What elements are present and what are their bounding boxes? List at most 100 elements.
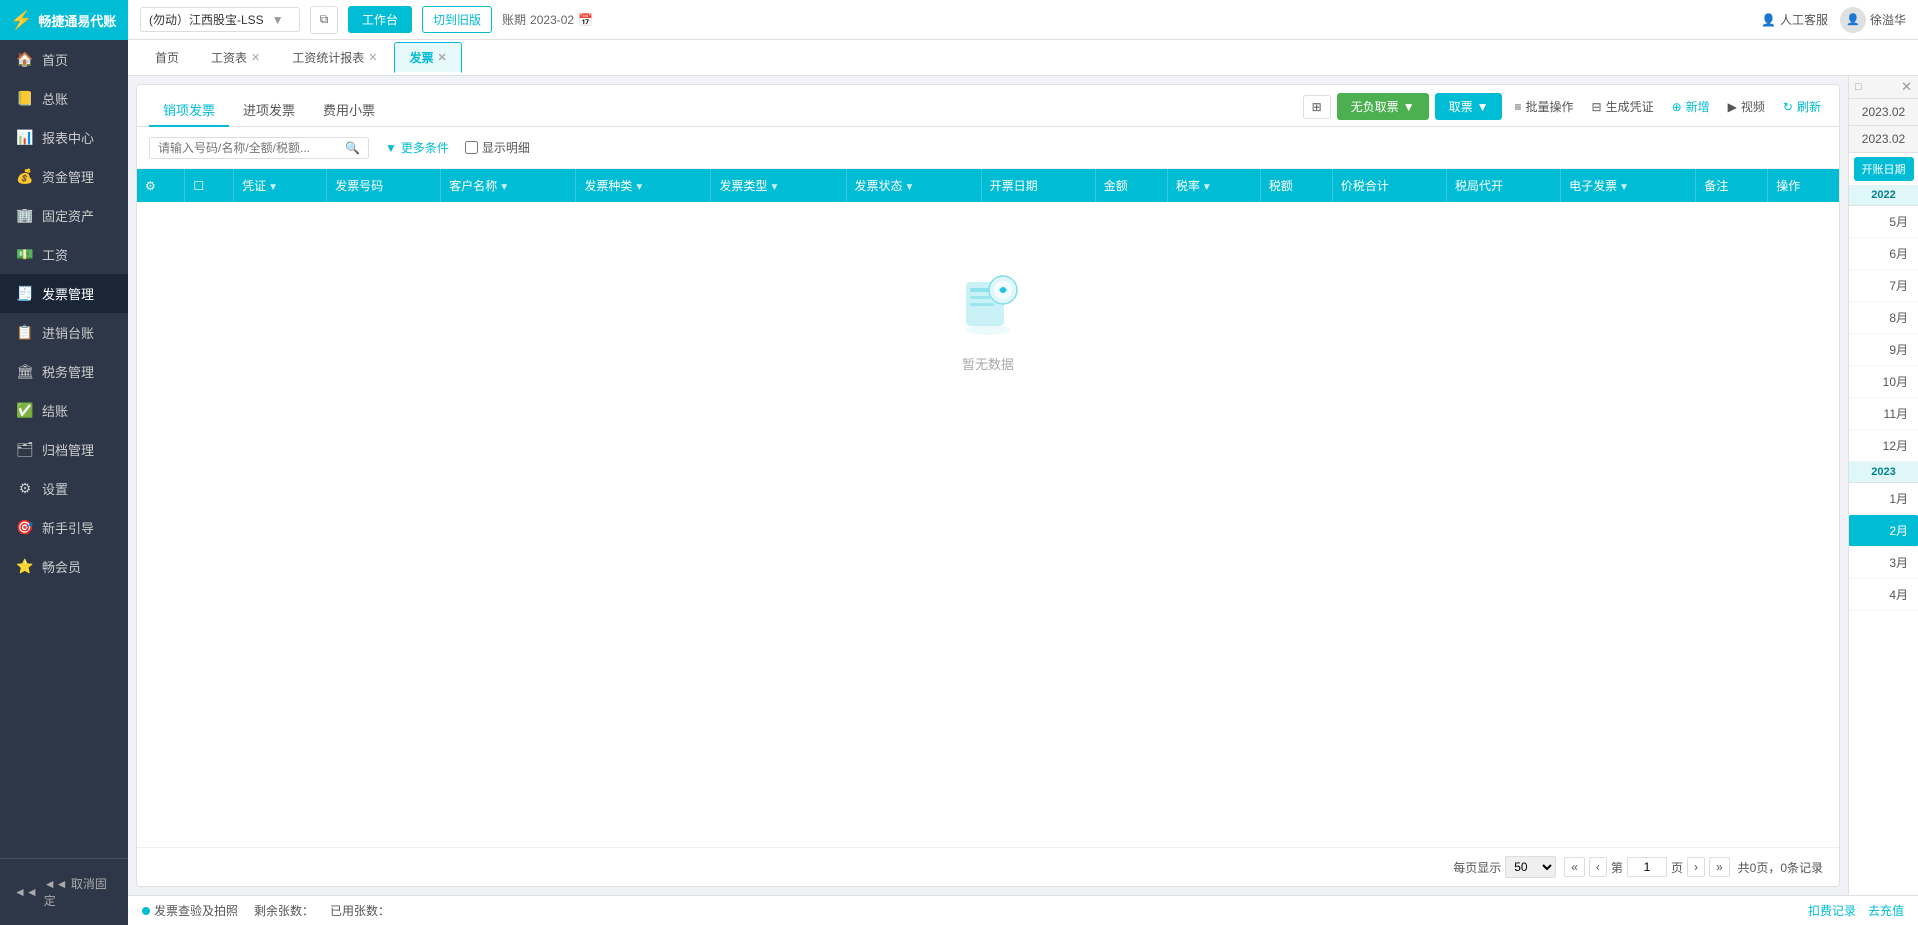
sidebar-item-畅会员[interactable]: ⭐ 畅会员 (0, 547, 128, 586)
th-4[interactable]: 客户名称▼ (441, 169, 576, 202)
next-page-btn[interactable]: › (1687, 857, 1705, 877)
calendar-expand-btn[interactable]: □ (1855, 81, 1862, 93)
tab-close-3[interactable]: ✕ (438, 51, 447, 64)
calendar-month-2022-5月[interactable]: 5月 (1849, 206, 1918, 238)
show-detail-label[interactable]: 显示明细 (465, 139, 530, 156)
sidebar-icon-10: 🗂 (16, 441, 34, 458)
workbench-button[interactable]: 工作台 (348, 6, 412, 33)
filter-left: 🔍 ▼ 更多条件 显示明细 (149, 135, 1827, 160)
sidebar-label-10: 归档管理 (42, 440, 94, 459)
last-page-btn[interactable]: » (1709, 857, 1730, 877)
calendar-month-2022-11月[interactable]: 11月 (1849, 398, 1918, 430)
take-ticket-btn[interactable]: 取票 ▼ (1435, 93, 1503, 120)
copy-company-btn[interactable]: ⧉ (310, 6, 338, 34)
calendar-year-2022: 2022 (1849, 185, 1918, 206)
sidebar-item-工资[interactable]: 💵 工资 (0, 235, 128, 274)
sidebar-bottom: ◄◄ ◄◄ 取消固定 (0, 858, 128, 925)
sidebar-item-首页[interactable]: 🏠 首页 (0, 40, 128, 79)
period-value-text: 2023-02 (530, 13, 574, 27)
sidebar-item-归档管理[interactable]: 🗂 归档管理 (0, 430, 128, 469)
sidebar-item-总账[interactable]: 📒 总账 (0, 79, 128, 118)
gen-voucher-btn[interactable]: ⊟ 生成凭证 (1586, 94, 1660, 119)
show-detail-checkbox[interactable] (465, 141, 478, 154)
sidebar-icon-7: 📋 (16, 324, 34, 341)
more-filter-btn[interactable]: ▼ 更多条件 (377, 135, 457, 160)
tab-工资表[interactable]: 工资表 ✕ (196, 42, 275, 73)
sidebar-logo: ⚡ 畅捷通易代账 (0, 0, 128, 40)
period-calendar-icon[interactable]: 📅 (578, 13, 593, 27)
no-cancel-btn[interactable]: 无负取票 ▼ (1337, 93, 1429, 120)
sidebar-item-进销台账[interactable]: 📋 进销台账 (0, 313, 128, 352)
calendar-month-2022-8月[interactable]: 8月 (1849, 302, 1918, 334)
topbar-right: 👤 人工客服 👤 徐溢华 (1761, 7, 1906, 33)
calendar-month-2023-3月[interactable]: 3月 (1849, 547, 1918, 579)
page-prefix: 第 (1611, 859, 1623, 876)
grid-settings-btn[interactable]: ⊞ (1303, 95, 1331, 119)
calendar-month-2023-2月[interactable]: 2月 (1849, 515, 1918, 547)
tab-label-1: 工资表 (211, 49, 247, 66)
sidebar-icon-5: 💵 (16, 246, 34, 263)
search-icon: 🔍 (345, 141, 360, 155)
th-14[interactable]: 电子发票▼ (1561, 169, 1696, 202)
switch-version-button[interactable]: 切到旧版 (422, 6, 492, 33)
tab-close-2[interactable]: ✕ (368, 51, 377, 64)
page-size-prefix: 每页显示 (1453, 859, 1501, 876)
tab-发票[interactable]: 发票✕ (394, 42, 461, 73)
support-btn[interactable]: 👤 人工客服 (1761, 11, 1828, 28)
search-input-wrap[interactable]: 🔍 (149, 137, 369, 159)
sidebar-item-发票管理[interactable]: 🧾 发票管理 (0, 274, 128, 313)
page-number-input[interactable] (1627, 857, 1667, 877)
tab-close-1[interactable]: ✕ (251, 51, 260, 64)
search-input[interactable] (158, 141, 341, 155)
tab-首页[interactable]: 首页 (140, 42, 194, 73)
prev-page-btn[interactable]: ‹ (1589, 857, 1607, 877)
billing-record-link[interactable]: 扣费记录 (1808, 902, 1856, 919)
page-size-dropdown[interactable]: 50100200 (1505, 856, 1556, 878)
calendar-panel: □ ✕ 2023.02 2023.02 开账日期 20225月6月7月8月9月1… (1848, 76, 1918, 895)
calendar-month-2022-12月[interactable]: 12月 (1849, 430, 1918, 462)
recharge-link[interactable]: 去充值 (1868, 902, 1904, 919)
sidebar-item-报表中心[interactable]: 📊 报表中心 (0, 118, 128, 157)
video-btn[interactable]: ▶ 视频 (1722, 94, 1771, 119)
sub-tab-进项发票[interactable]: 进项发票 (229, 94, 309, 127)
calendar-month-2022-6月[interactable]: 6月 (1849, 238, 1918, 270)
sub-tab-费用小票[interactable]: 费用小票 (309, 94, 389, 127)
th-5[interactable]: 发票种类▼ (576, 169, 711, 202)
sidebar-label-11: 设置 (42, 479, 68, 498)
content-area: 销项发票进项发票费用小票 ⊞ 无负取票 ▼ 取票 ▼ ≡ (128, 76, 1918, 895)
pagination-bar: 每页显示 50100200 « ‹ 第 页 › » 共0页，0条记录 (137, 847, 1839, 886)
sidebar-icon-11: ⚙ (16, 480, 34, 497)
sidebar-item-税务管理[interactable]: 🏛 税务管理 (0, 352, 128, 391)
calendar-close-btn[interactable]: ✕ (1901, 79, 1912, 95)
batch-icon: ≡ (1514, 100, 1521, 114)
calendar-month-2023-4月[interactable]: 4月 (1849, 579, 1918, 611)
tab-label-2: 工资统计报表 (292, 49, 364, 66)
sidebar-item-设置[interactable]: ⚙ 设置 (0, 469, 128, 508)
calendar-month-2022-10月[interactable]: 10月 (1849, 366, 1918, 398)
th-7[interactable]: 发票状态▼ (846, 169, 981, 202)
new-invoice-btn[interactable]: ⊕ 新增 (1666, 94, 1716, 119)
th-1: ☐ (185, 169, 234, 202)
page-unit: 页 (1671, 859, 1683, 876)
company-selector[interactable]: (勿动）江西股宝-LSS ▼ (140, 7, 300, 32)
first-page-btn[interactable]: « (1564, 857, 1585, 877)
tab-工资统计报表[interactable]: 工资统计报表 ✕ (277, 42, 392, 73)
th-6[interactable]: 发票类型▼ (711, 169, 846, 202)
user-info[interactable]: 👤 徐溢华 (1840, 7, 1906, 33)
th-2[interactable]: 凭证▼ (234, 169, 327, 202)
th-10[interactable]: 税率▼ (1167, 169, 1260, 202)
footer-verify-btn[interactable]: 发票查验及拍照 (142, 902, 238, 919)
verify-status-dot (142, 907, 150, 915)
batch-op-btn[interactable]: ≡ 批量操作 (1508, 94, 1579, 119)
calendar-month-2022-9月[interactable]: 9月 (1849, 334, 1918, 366)
open-period-btn[interactable]: 开账日期 (1854, 157, 1914, 181)
calendar-month-2023-1月[interactable]: 1月 (1849, 483, 1918, 515)
calendar-month-2022-7月[interactable]: 7月 (1849, 270, 1918, 302)
sidebar-item-资金管理[interactable]: 💰 资金管理 (0, 157, 128, 196)
sidebar-item-固定资产[interactable]: 🏢 固定资产 (0, 196, 128, 235)
sub-tab-销项发票[interactable]: 销项发票 (149, 94, 229, 127)
sidebar-item-新手引导[interactable]: 🎯 新手引导 (0, 508, 128, 547)
sidebar-pin-btn[interactable]: ◄◄ ◄◄ 取消固定 (0, 867, 128, 917)
refresh-btn[interactable]: ↻ 刷新 (1777, 94, 1827, 119)
sidebar-item-结账[interactable]: ✅ 结账 (0, 391, 128, 430)
